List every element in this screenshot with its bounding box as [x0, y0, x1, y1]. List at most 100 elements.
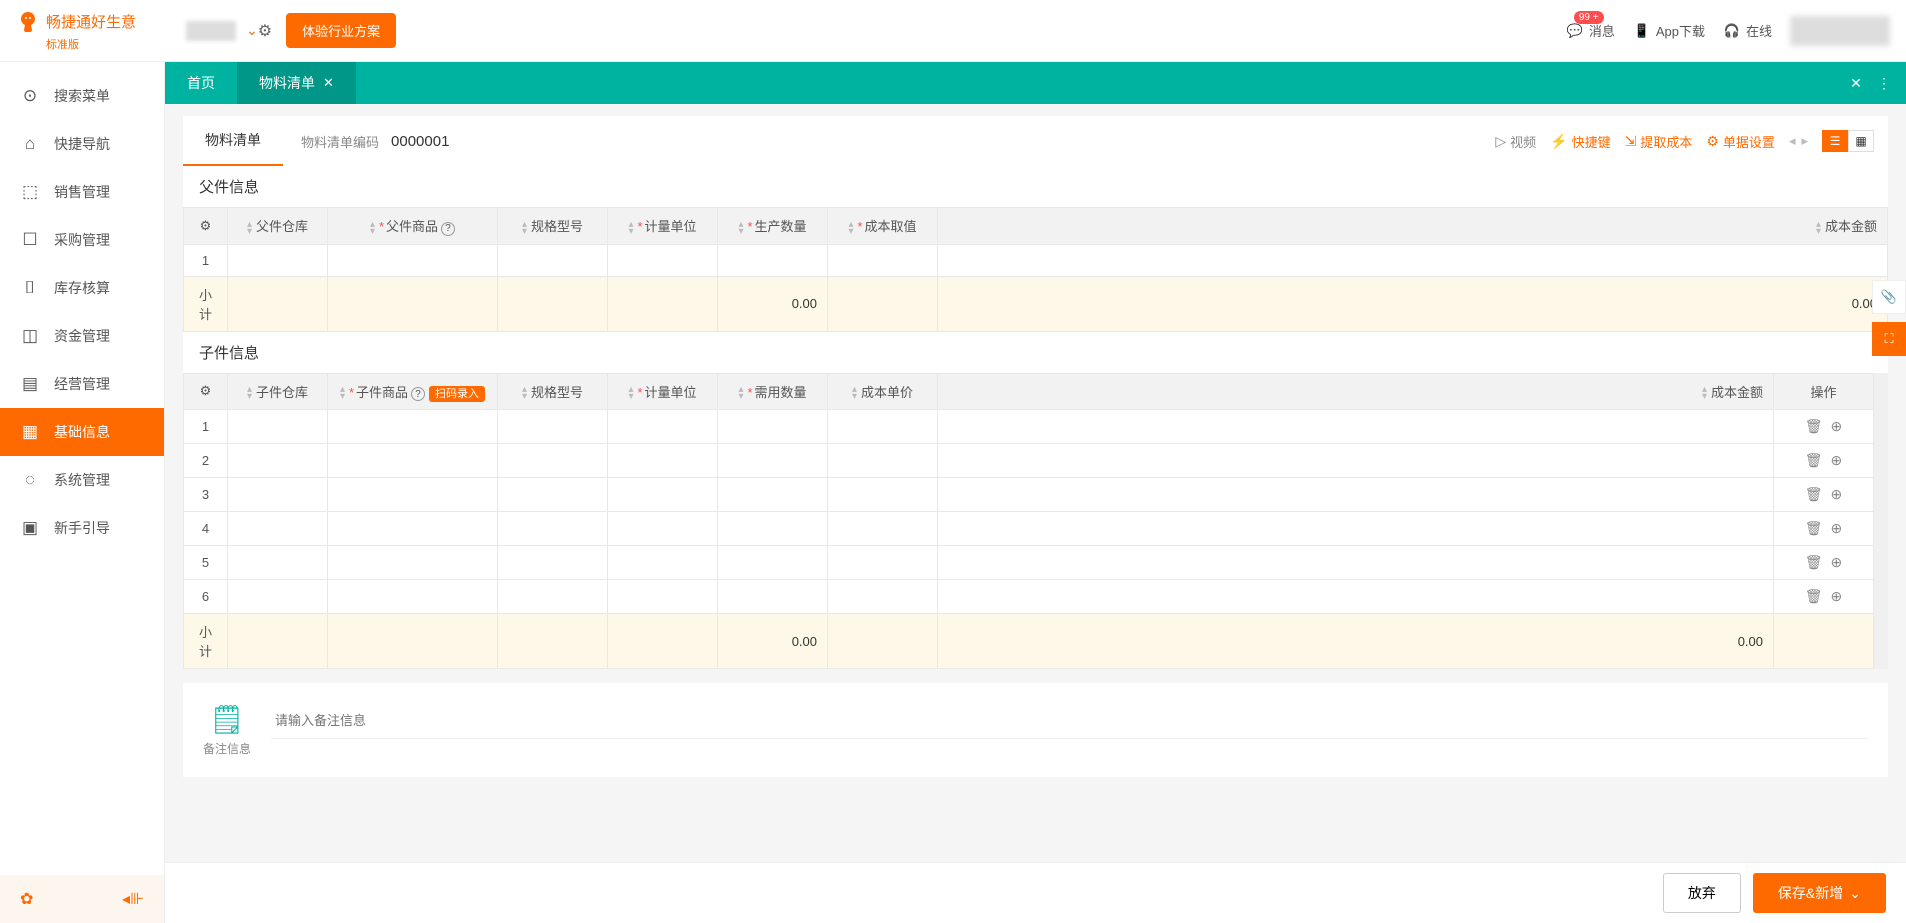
col-parent-costamt[interactable]: ▴▾成本金额	[938, 208, 1888, 245]
parent-row[interactable]: 1	[184, 244, 1888, 276]
tab-bom[interactable]: 物料清单 ✕	[237, 62, 356, 104]
tabs-more-button[interactable]: ⋮	[1870, 69, 1898, 97]
tabs-bar: 首页 物料清单 ✕ ✕ ⋮	[165, 62, 1906, 104]
child-subtotal-row: 小计 0.00 0.00	[184, 614, 1874, 669]
col-child-spec[interactable]: ▴▾规格型号	[498, 373, 608, 410]
add-row-icon[interactable]: ⊕	[1831, 418, 1843, 434]
sidebar-footer: ✿ ◂⊪	[0, 875, 164, 923]
col-child-op: 操作	[1774, 373, 1874, 410]
messages-badge: 99 +	[1574, 11, 1604, 24]
tabs-close-all-button[interactable]: ✕	[1842, 69, 1870, 97]
settings-gear-icon[interactable]: ⚙	[258, 21, 272, 41]
child-row[interactable]: 5 🗑 ⊕	[184, 546, 1874, 580]
doc-tab-bom[interactable]: 物料清单	[183, 116, 283, 166]
sidebar-label: 销售管理	[54, 182, 110, 202]
view-list-button[interactable]: ☰	[1822, 130, 1848, 152]
add-row-icon[interactable]: ⊕	[1831, 452, 1843, 468]
sidebar-item-funds[interactable]: ◫资金管理	[0, 312, 164, 360]
row-index: 5	[184, 546, 228, 580]
tab-label: 首页	[187, 73, 215, 93]
col-parent-warehouse[interactable]: ▴▾父件仓库	[228, 208, 328, 245]
view-grid-button[interactable]: ▦	[1848, 130, 1874, 152]
sidebar-item-basedata[interactable]: ▦基础信息	[0, 408, 164, 456]
next-doc-button[interactable]: ▸	[1801, 133, 1808, 149]
col-parent-spec[interactable]: ▴▾规格型号	[498, 208, 608, 245]
sidebar-item-search[interactable]: ⊙搜索菜单	[0, 72, 164, 120]
action-label: 提取成本	[1640, 132, 1692, 151]
delete-row-icon[interactable]: 🗑	[1805, 486, 1823, 502]
sidebar-item-system[interactable]: ◌系统管理	[0, 456, 164, 504]
user-avatar-blurred[interactable]	[1790, 16, 1890, 46]
sidebar-item-purchase[interactable]: ☐采购管理	[0, 216, 164, 264]
col-parent-costsrc[interactable]: ▴▾*成本取值	[828, 208, 938, 245]
add-row-icon[interactable]: ⊕	[1831, 520, 1843, 536]
col-child-costamt[interactable]: ▴▾成本金额	[938, 373, 1774, 410]
col-child-price[interactable]: ▴▾成本单价	[828, 373, 938, 410]
col-child-qty[interactable]: ▴▾*需用数量	[718, 373, 828, 410]
industry-cta-button[interactable]: 体验行业方案	[286, 13, 396, 48]
brand-logo-icon	[16, 10, 40, 34]
add-row-icon[interactable]: ⊕	[1831, 554, 1843, 570]
save-label: 保存&新增	[1778, 883, 1843, 903]
sidebar-list: ⊙搜索菜单 ⌂快捷导航 ⬚销售管理 ☐采购管理 ⌷ 库存核算 ◫资金管理 ▤经营管…	[0, 62, 164, 875]
table-scrollbar[interactable]	[1874, 373, 1888, 670]
col-parent-unit[interactable]: ▴▾*计量单位	[608, 208, 718, 245]
headset-icon: 🎧	[1723, 22, 1741, 40]
action-extract-cost[interactable]: ⇲提取成本	[1625, 132, 1693, 151]
app-download-button[interactable]: 📱 App下载	[1633, 21, 1705, 40]
child-row[interactable]: 3🗑⊕	[184, 478, 1874, 512]
remarks-label: 备注信息	[203, 740, 251, 757]
org-name-blurred	[186, 21, 236, 41]
messages-button[interactable]: 💬 消息 99 +	[1566, 21, 1615, 40]
sidebar-item-business[interactable]: ▤经营管理	[0, 360, 164, 408]
scan-badge[interactable]: 扫码录入	[429, 386, 485, 402]
sidebar-item-inventory[interactable]: ⌷ 库存核算	[0, 264, 164, 312]
add-row-icon[interactable]: ⊕	[1831, 486, 1843, 502]
col-child-product[interactable]: ▴▾*子件商品?扫码录入	[328, 373, 498, 410]
sidebar: ⊙搜索菜单 ⌂快捷导航 ⬚销售管理 ☐采购管理 ⌷ 库存核算 ◫资金管理 ▤经营管…	[0, 62, 165, 923]
sidebar-label: 采购管理	[54, 230, 110, 250]
close-icon[interactable]: ✕	[323, 75, 334, 91]
sidebar-settings-icon[interactable]: ✿	[20, 889, 33, 909]
discard-button[interactable]: 放弃	[1663, 873, 1741, 913]
remarks-input[interactable]	[271, 703, 1868, 739]
col-gear[interactable]: ⚙	[184, 373, 228, 410]
delete-row-icon[interactable]: 🗑	[1805, 452, 1823, 468]
tab-home[interactable]: 首页	[165, 62, 237, 104]
col-parent-product[interactable]: ▴▾*父件商品?	[328, 208, 498, 245]
save-and-new-button[interactable]: 保存&新增 ⌄	[1753, 873, 1886, 913]
org-dropdown[interactable]: ⌄	[186, 21, 258, 41]
help-icon[interactable]: ?	[411, 387, 425, 401]
subtotal-amt: 0.00	[938, 276, 1888, 331]
delete-row-icon[interactable]: 🗑	[1805, 588, 1823, 604]
sidebar-label: 库存核算	[54, 278, 110, 298]
delete-row-icon[interactable]: 🗑	[1805, 520, 1823, 536]
action-doc-settings[interactable]: ⚙单据设置	[1706, 132, 1775, 151]
child-row[interactable]: 1🗑⊕	[184, 410, 1874, 444]
delete-row-icon[interactable]: 🗑	[1805, 554, 1823, 570]
sidebar-label: 系统管理	[54, 470, 110, 490]
sidebar-item-guide[interactable]: ▣新手引导	[0, 504, 164, 552]
child-row[interactable]: 2🗑⊕	[184, 444, 1874, 478]
inventory-icon: ⌷	[20, 278, 40, 298]
online-support-button[interactable]: 🎧 在线	[1723, 21, 1772, 40]
add-row-icon[interactable]: ⊕	[1831, 588, 1843, 604]
action-shortcut[interactable]: ⚡快捷键	[1550, 132, 1610, 151]
sidebar-item-quicknav[interactable]: ⌂快捷导航	[0, 120, 164, 168]
expand-button[interactable]: ⛶	[1872, 322, 1906, 356]
prev-doc-button[interactable]: ◂	[1789, 133, 1796, 149]
message-icon: 💬	[1566, 22, 1584, 40]
attachment-button[interactable]: 📎	[1872, 280, 1906, 314]
sidebar-item-sales[interactable]: ⬚销售管理	[0, 168, 164, 216]
col-child-warehouse[interactable]: ▴▾子件仓库	[228, 373, 328, 410]
col-child-unit[interactable]: ▴▾*计量单位	[608, 373, 718, 410]
action-label: 视频	[1510, 132, 1536, 151]
help-icon[interactable]: ?	[441, 222, 455, 236]
child-row[interactable]: 6🗑⊕	[184, 580, 1874, 614]
col-gear[interactable]: ⚙	[184, 208, 228, 245]
action-video[interactable]: ▷视频	[1495, 132, 1536, 151]
delete-row-icon[interactable]: 🗑	[1805, 418, 1823, 434]
child-row[interactable]: 4🗑⊕	[184, 512, 1874, 546]
col-parent-qty[interactable]: ▴▾*生产数量	[718, 208, 828, 245]
sidebar-collapse-icon[interactable]: ◂⊪	[122, 889, 144, 909]
